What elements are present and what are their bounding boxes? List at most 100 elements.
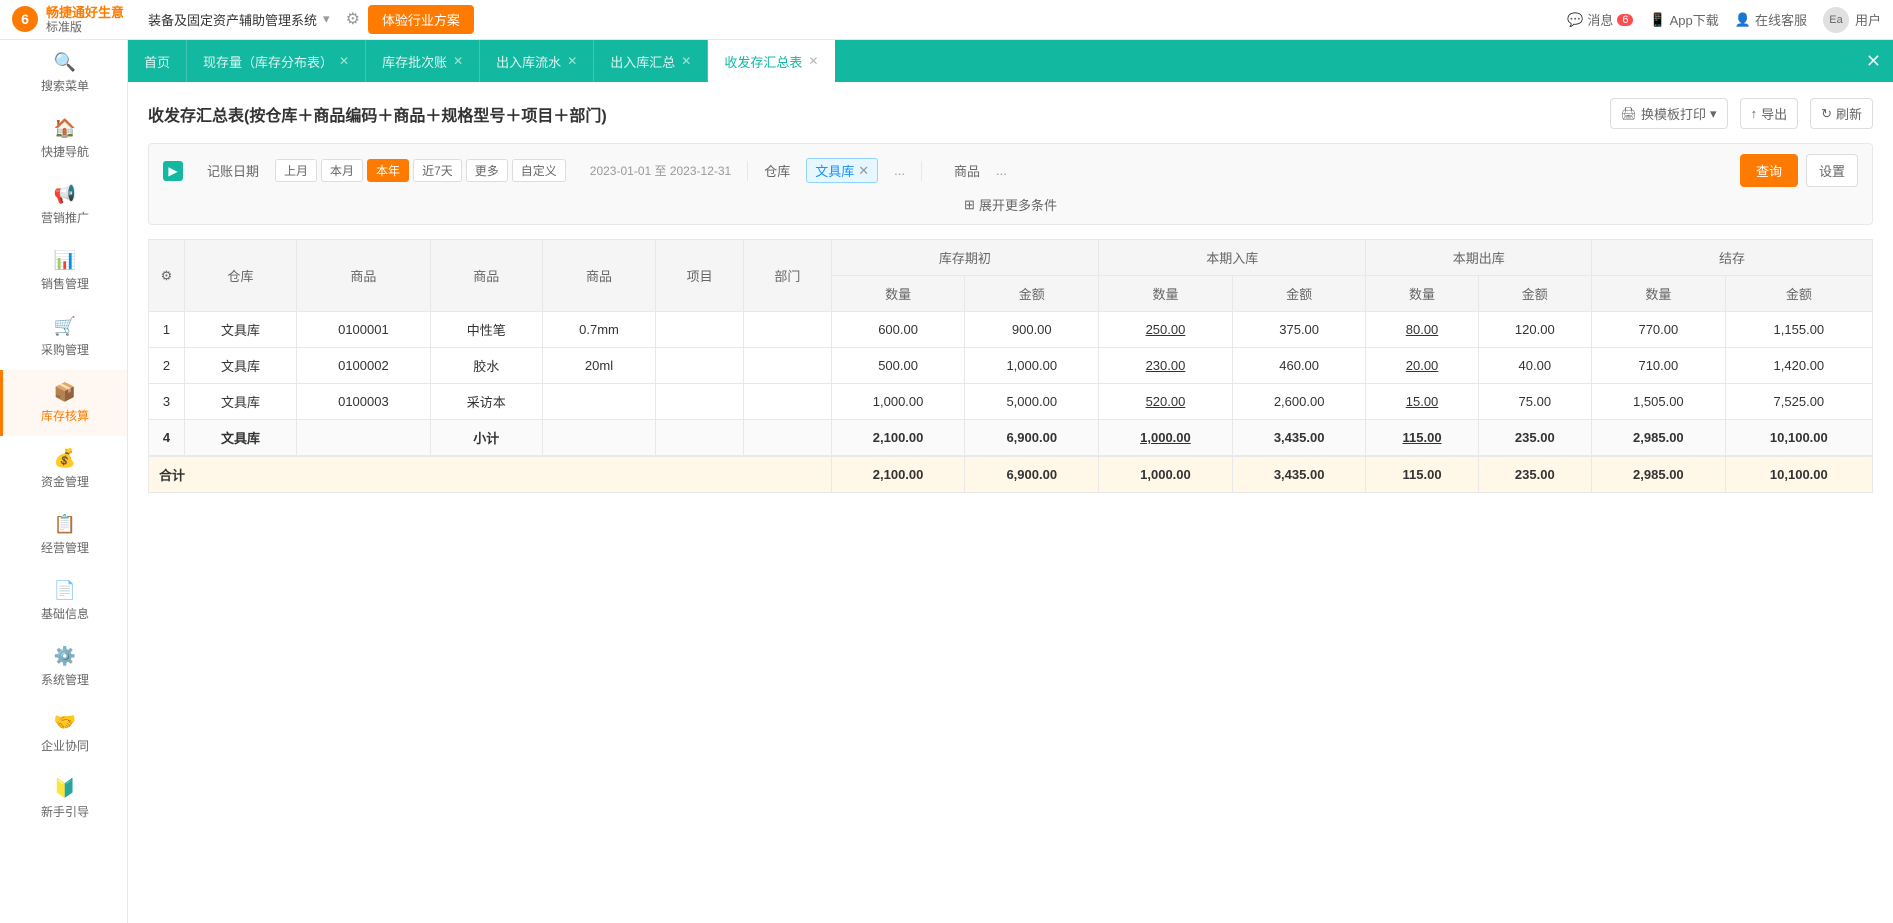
tab-inout-flow[interactable]: 出入库流水 ✕ [480, 40, 594, 82]
cell-in-qty[interactable]: 250.00 [1099, 312, 1233, 348]
total-open-amt: 6,900.00 [965, 456, 1099, 493]
tab-inout-flow-close[interactable]: ✕ [567, 54, 577, 68]
tab-close-all[interactable]: ✕ [1866, 51, 1881, 72]
inventory-icon: 📦 [54, 382, 76, 403]
trial-button[interactable]: 体验行业方案 [368, 5, 474, 34]
total-out-qty: 115.00 [1366, 456, 1478, 493]
cell-close-amt: 1,420.00 [1725, 348, 1872, 384]
sidebar-item-operations[interactable]: 📋 经营管理 [0, 502, 127, 568]
sidebar-item-cooperation[interactable]: 🤝 企业协同 [0, 700, 127, 766]
toggle-arrow[interactable]: ▶ [163, 161, 183, 181]
date-btn-custom[interactable]: 自定义 [512, 159, 566, 182]
cell-in-amt: 375.00 [1232, 312, 1366, 348]
sidebar-item-sales[interactable]: 📊 销售管理 [0, 238, 127, 304]
user-section[interactable]: Ea 用户 [1823, 7, 1881, 33]
sub-in-qty[interactable]: 1,000.00 [1099, 420, 1233, 457]
warehouse-tag-remove[interactable]: ✕ [858, 163, 869, 179]
cell-out-qty[interactable]: 80.00 [1366, 312, 1478, 348]
cell-close-amt: 1,155.00 [1725, 312, 1872, 348]
tab-recv-send-summary[interactable]: 收发存汇总表 ✕ [708, 40, 835, 82]
filter-row-2: ⊞ 展开更多条件 [163, 195, 1858, 214]
sidebar-item-purchase[interactable]: 🛒 采购管理 [0, 304, 127, 370]
refresh-button[interactable]: ↻ 刷新 [1810, 98, 1873, 129]
sub-warehouse: 文具库 [185, 420, 297, 457]
total-in-qty: 1,000.00 [1099, 456, 1233, 493]
sub-out-qty[interactable]: 115.00 [1366, 420, 1478, 457]
operations-icon: 📋 [54, 514, 76, 535]
th-inbound: 本期入库 [1099, 240, 1366, 276]
tab-batch-ledger-label: 库存批次账 [382, 52, 447, 71]
warehouse-more-btn[interactable]: ... [894, 163, 905, 178]
sidebar-item-search[interactable]: 🔍 搜索菜单 [0, 40, 127, 106]
tab-batch-ledger[interactable]: 库存批次账 ✕ [366, 40, 480, 82]
settings-small-button[interactable]: 设置 [1806, 154, 1858, 187]
sidebar-item-basic-info[interactable]: 📄 基础信息 [0, 568, 127, 634]
sub-project [656, 420, 744, 457]
tab-recv-send-close[interactable]: ✕ [808, 54, 818, 68]
brand-name: 畅捷通好生意 [46, 5, 124, 21]
cell-project [656, 312, 744, 348]
tab-inventory-dist-close[interactable]: ✕ [339, 54, 349, 68]
tab-inventory-dist-label: 现存量（库存分布表） [203, 52, 333, 71]
cell-out-qty[interactable]: 15.00 [1366, 384, 1478, 420]
tab-inventory-dist[interactable]: 现存量（库存分布表） ✕ [187, 40, 366, 82]
sidebar-item-inventory[interactable]: 📦 库存核算 [0, 370, 127, 436]
sidebar-item-system[interactable]: ⚙️ 系统管理 [0, 634, 127, 700]
sub-spec [542, 420, 655, 457]
sidebar-label-operations: 经营管理 [41, 539, 89, 556]
sidebar-label-inventory: 库存核算 [41, 407, 89, 424]
total-close-qty: 2,985.00 [1592, 456, 1726, 493]
th-code: 商品 [297, 240, 431, 312]
cell-out-qty[interactable]: 20.00 [1366, 348, 1478, 384]
app-container: 6 畅捷通好生意 标准版 装备及固定资产辅助管理系统 ▾ ⚙ 体验行业方案 💬 … [0, 0, 1893, 923]
system-name: 装备及固定资产辅助管理系统 ▾ [148, 10, 330, 29]
date-btn-7days[interactable]: 近7天 [413, 159, 462, 182]
filter-row-1: ▶ 记账日期 上月 本月 本年 近7天 更多 自定义 2023-01-01 至 … [163, 154, 1858, 187]
purchase-icon: 🛒 [54, 316, 76, 337]
tab-home[interactable]: 首页 [128, 40, 187, 82]
cell-out-amt: 75.00 [1478, 384, 1591, 420]
template-print-button[interactable]: 🖨 换模板打印 ▾ [1610, 98, 1728, 129]
cell-in-qty[interactable]: 230.00 [1099, 348, 1233, 384]
message-icon: 💬 [1567, 12, 1583, 28]
tab-batch-ledger-close[interactable]: ✕ [453, 54, 463, 68]
sub-name: 小计 [430, 420, 542, 457]
date-btn-last-month[interactable]: 上月 [275, 159, 317, 182]
goods-more-btn[interactable]: ... [996, 163, 1007, 178]
tab-inout-summary-close[interactable]: ✕ [681, 54, 691, 68]
export-button[interactable]: ↑ 导出 [1740, 98, 1799, 129]
system-name-text: 装备及固定资产辅助管理系统 [148, 10, 317, 29]
sub-open-qty: 2,100.00 [831, 420, 965, 457]
sidebar-item-quick-nav[interactable]: 🏠 快捷导航 [0, 106, 127, 172]
cell-project [656, 384, 744, 420]
cell-spec [542, 384, 655, 420]
online-service-link[interactable]: 👤 在线客服 [1735, 10, 1807, 29]
date-btn-more[interactable]: 更多 [466, 159, 508, 182]
cell-in-qty[interactable]: 520.00 [1099, 384, 1233, 420]
user-label: 用户 [1855, 10, 1881, 29]
expand-conditions-btn[interactable]: ⊞ 展开更多条件 [964, 195, 1057, 214]
sidebar-label-sales: 销售管理 [41, 275, 89, 292]
sidebar-item-finance[interactable]: 💰 资金管理 [0, 436, 127, 502]
sub-dept [743, 420, 831, 457]
cell-in-amt: 2,600.00 [1232, 384, 1366, 420]
sidebar-label-guide: 新手引导 [41, 803, 89, 820]
cell-name: 胶水 [430, 348, 542, 384]
total-out-amt: 235.00 [1478, 456, 1591, 493]
date-btn-this-month[interactable]: 本月 [321, 159, 363, 182]
sidebar-item-marketing[interactable]: 📢 营销推广 [0, 172, 127, 238]
sidebar-item-guide[interactable]: 🔰 新手引导 [0, 766, 127, 832]
date-btn-this-year[interactable]: 本年 [367, 159, 409, 182]
search-icon: 🔍 [54, 52, 76, 73]
app-download-link[interactable]: 📱 App下载 [1649, 10, 1718, 29]
query-button[interactable]: 查询 [1740, 154, 1798, 187]
system-dropdown-icon[interactable]: ▾ [323, 11, 330, 27]
message-link[interactable]: 💬 消息 6 [1567, 10, 1633, 29]
template-print-label: 换模板打印 [1641, 104, 1706, 123]
settings-icon[interactable]: ⚙ [346, 9, 360, 29]
cooperation-icon: 🤝 [54, 712, 76, 733]
sidebar-label-system: 系统管理 [41, 671, 89, 688]
cell-close-qty: 1,505.00 [1592, 384, 1726, 420]
tab-inout-summary[interactable]: 出入库汇总 ✕ [594, 40, 708, 82]
th-out-amt: 金额 [1478, 276, 1591, 312]
